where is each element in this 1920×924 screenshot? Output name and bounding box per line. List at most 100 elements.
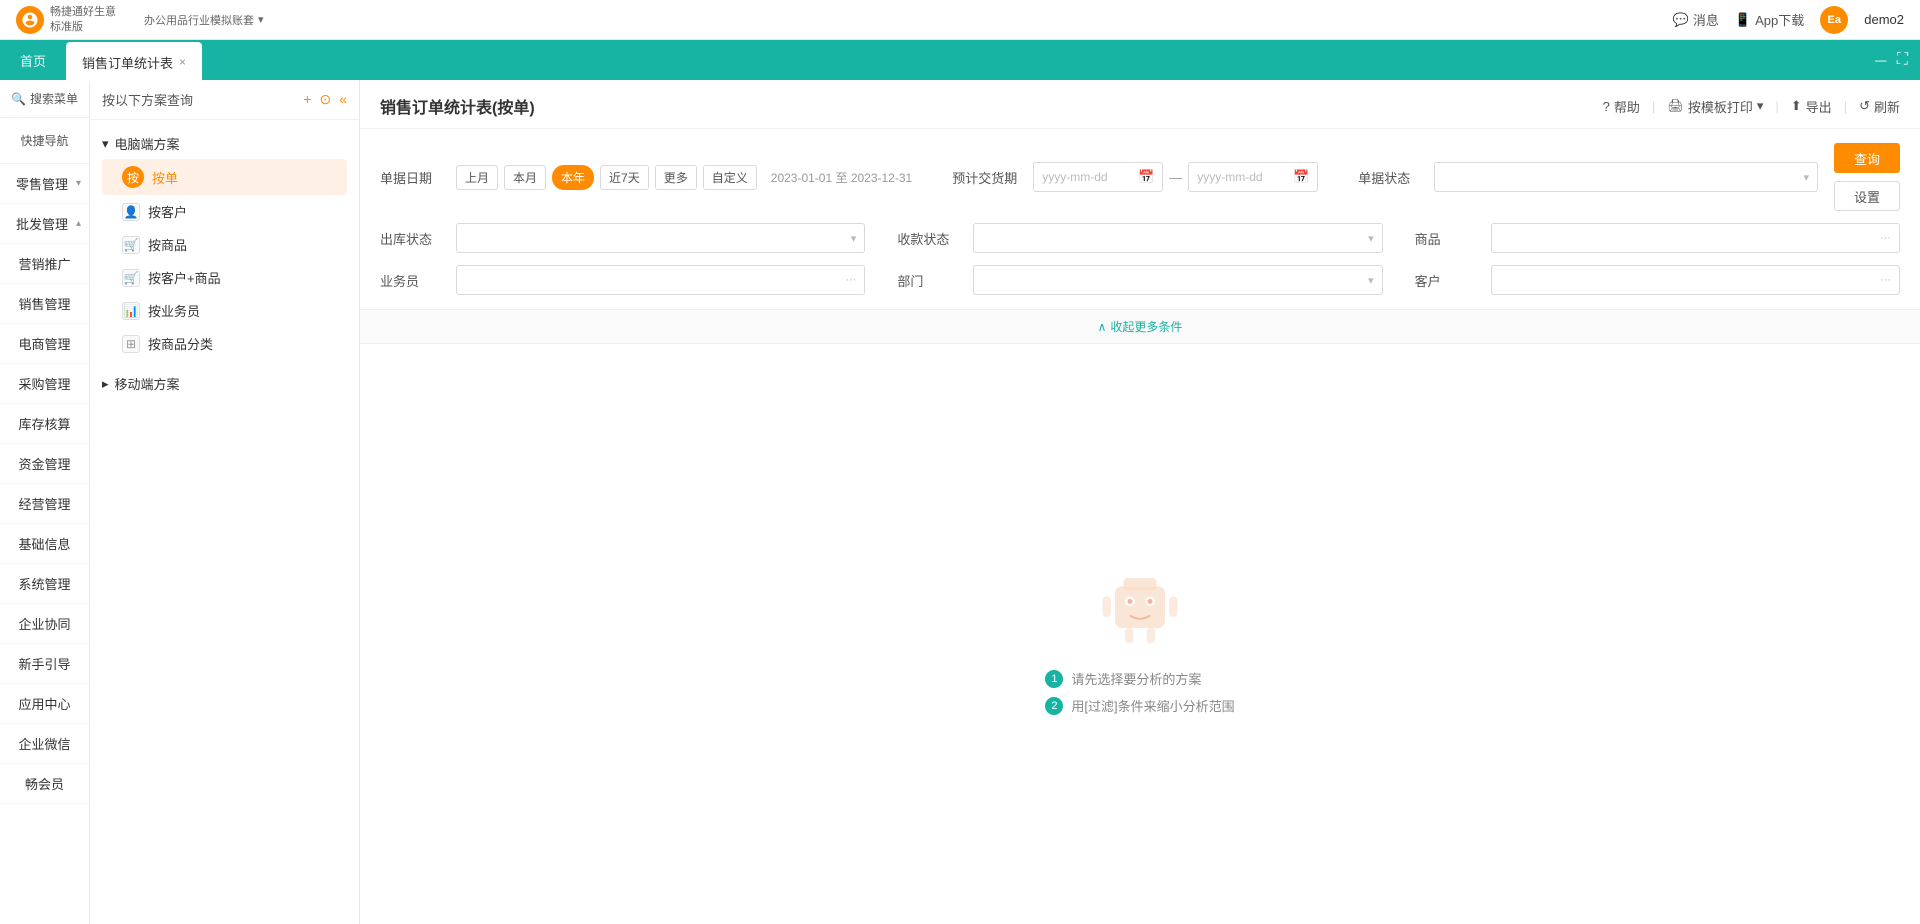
app-download-button[interactable]: 📱 App下载 (1735, 10, 1804, 29)
edit-scheme-icon[interactable]: ⊙ (319, 91, 331, 108)
scheme-item-by-goods[interactable]: 🛒 按商品 (102, 228, 347, 261)
scheme-item-by-order[interactable]: 按 按单 (102, 159, 347, 195)
tab-sales-order-stats[interactable]: 销售订单统计表 × (66, 42, 202, 82)
tab-bar-right: － ⛶ (1873, 48, 1920, 72)
sidebar-item-enterprise-wechat[interactable]: 企业微信 (0, 724, 89, 764)
tab-close-icon[interactable]: × (179, 55, 186, 69)
salesperson-label: 业务员 (380, 271, 440, 290)
logo-text: 畅捷通好生意 标准版 (50, 5, 116, 34)
scheme-icon-by-goods-category: ⊞ (122, 335, 140, 353)
sidebar-item-app-center[interactable]: 应用中心 (0, 684, 89, 724)
status-chevron-icon: ▾ (1803, 171, 1809, 184)
left-panel-title: 按以下方案查询 (102, 90, 193, 109)
refresh-button[interactable]: ↺ 刷新 (1859, 97, 1900, 116)
date-btn-last-7days[interactable]: 近7天 (600, 165, 649, 190)
tab-home[interactable]: 首页 (0, 40, 66, 80)
tab-minimize-icon[interactable]: － (1873, 48, 1889, 72)
sidebar-item-operations[interactable]: 经营管理 (0, 484, 89, 524)
date-btn-custom[interactable]: 自定义 (703, 165, 757, 190)
payment-status-select[interactable]: ▾ (973, 223, 1382, 253)
sidebar-item-sales[interactable]: 销售管理 (0, 284, 89, 324)
main-layout: 🔍 搜索菜单 快捷导航 零售管理 ▾ 批发管理 ▴ 营销推广 销售管理 (0, 80, 1920, 924)
sidebar-item-ecommerce[interactable]: 电商管理 (0, 324, 89, 364)
sidebar-item-inventory[interactable]: 库存核算 (0, 404, 89, 444)
scheme-icon-by-customer: 👤 (122, 203, 140, 221)
customer-label: 客户 (1415, 271, 1475, 290)
scheme-item-by-salesperson[interactable]: 📊 按业务员 (102, 294, 347, 327)
sidebar-item-wholesale[interactable]: 批发管理 ▴ (0, 204, 89, 244)
sidebar-menu: 零售管理 ▾ 批发管理 ▴ 营销推广 销售管理 电商管理 采购管理 库存核算 (0, 164, 89, 804)
status-label: 单据状态 (1358, 168, 1418, 187)
collapse-bar[interactable]: ∧ 收起更多条件 (360, 310, 1920, 344)
sidebar-item-purchase[interactable]: 采购管理 (0, 364, 89, 404)
date-btn-this-month[interactable]: 本月 (504, 165, 546, 190)
expected-date-from[interactable]: yyyy-mm-dd 📅 (1033, 162, 1163, 192)
delivery-status-select[interactable]: ▾ (456, 223, 865, 253)
sidebar-item-enterprise-collab[interactable]: 企业协同 (0, 604, 89, 644)
sidebar-item-marketing[interactable]: 营销推广 (0, 244, 89, 284)
customer-more-icon: ··· (1880, 274, 1891, 286)
scheme-item-by-customer[interactable]: 👤 按客户 (102, 195, 347, 228)
left-panel-header: 按以下方案查询 + ⊙ « (90, 80, 359, 120)
delivery-status-label: 出库状态 (380, 229, 440, 248)
print-chevron-icon: ▾ (1757, 98, 1764, 114)
tip-num-2: 2 (1045, 697, 1063, 715)
goods-more-icon: ··· (1880, 232, 1891, 244)
divider-3: | (1844, 99, 1847, 114)
date-label: 单据日期 (380, 168, 440, 187)
empty-tip-2: 2 用[过滤]条件来缩小分析范围 (1045, 696, 1234, 715)
help-button[interactable]: ? 帮助 (1603, 97, 1640, 116)
user-name[interactable]: demo2 (1864, 12, 1904, 27)
workspace-selector[interactable]: 办公用品行业模拟账套 ▾ (144, 12, 264, 28)
tab-fullscreen-icon[interactable]: ⛶ (1897, 51, 1908, 69)
collapse-panel-icon[interactable]: « (339, 91, 347, 108)
date-btn-last-month[interactable]: 上月 (456, 165, 498, 190)
goods-select[interactable]: ··· (1491, 223, 1900, 253)
add-scheme-icon[interactable]: + (303, 91, 311, 108)
expected-date-label: 预计交货期 (952, 168, 1017, 187)
sidebar-item-wholesale-arrow: ▴ (76, 218, 81, 229)
expected-date-to[interactable]: yyyy-mm-dd 📅 (1188, 162, 1318, 192)
status-select[interactable]: ▾ (1434, 162, 1818, 192)
divider-2: | (1775, 99, 1778, 114)
pc-schemes-title[interactable]: ▾ 电脑端方案 (102, 128, 347, 159)
sidebar-item-retail[interactable]: 零售管理 ▾ (0, 164, 89, 204)
sidebar-item-finance[interactable]: 资金管理 (0, 444, 89, 484)
sidebar-item-newbie[interactable]: 新手引导 (0, 644, 89, 684)
content-layout: 按以下方案查询 + ⊙ « ▾ 电脑端方案 按 按单 👤 (90, 80, 1920, 924)
empty-tip-1: 1 请先选择要分析的方案 (1045, 669, 1234, 688)
logo-area: 畅捷通好生意 标准版 (16, 5, 116, 34)
department-select[interactable]: ▾ (973, 265, 1382, 295)
settings-button[interactable]: 设置 (1834, 181, 1900, 211)
date-btn-this-year[interactable]: 本年 (552, 165, 594, 190)
workspace-chevron-icon: ▾ (258, 13, 264, 26)
filter-row-3: 业务员 ··· 部门 ▾ 客户 ··· (380, 265, 1900, 295)
sidebar-search[interactable]: 🔍 搜索菜单 (0, 80, 89, 118)
calendar-to-icon: 📅 (1293, 169, 1309, 185)
message-button[interactable]: 💬 消息 (1673, 10, 1719, 29)
scheme-item-by-customer-goods[interactable]: 🛒 按客户+商品 (102, 261, 347, 294)
query-button[interactable]: 查询 (1834, 143, 1900, 173)
page-header: 销售订单统计表(按单) ? 帮助 | 🖨 按模板打印 ▾ | ⬆ (360, 80, 1920, 129)
top-bar: 畅捷通好生意 标准版 办公用品行业模拟账套 ▾ 💬 消息 📱 App下载 Ea … (0, 0, 1920, 40)
sidebar-item-member[interactable]: 畅会员 (0, 764, 89, 804)
sidebar-item-basic-info[interactable]: 基础信息 (0, 524, 89, 564)
action-buttons: 查询 设置 (1834, 143, 1900, 211)
customer-select[interactable]: ··· (1491, 265, 1900, 295)
date-btn-more[interactable]: 更多 (655, 165, 697, 190)
tab-bar: 首页 销售订单统计表 × － ⛶ (0, 40, 1920, 80)
export-button[interactable]: ⬆ 导出 (1791, 97, 1832, 116)
sidebar-item-retail-arrow: ▾ (76, 178, 81, 189)
mobile-schemes-arrow-icon: ▸ (102, 376, 109, 392)
sidebar-item-quick-nav[interactable]: 快捷导航 (5, 126, 85, 155)
top-bar-right: 💬 消息 📱 App下载 Ea demo2 (1673, 6, 1904, 34)
scheme-section-pc: ▾ 电脑端方案 按 按单 👤 按客户 🛒 按商品 🛒 (90, 120, 359, 407)
mobile-schemes-title[interactable]: ▸ 移动端方案 (102, 368, 347, 399)
divider-1: | (1652, 99, 1655, 114)
message-icon: 💬 (1673, 12, 1689, 28)
print-button[interactable]: 🖨 按模板打印 ▾ (1667, 97, 1763, 116)
filter-row-1: 单据日期 上月 本月 本年 近7天 更多 自定义 2023-01-01 至 20… (380, 143, 1900, 211)
sidebar-item-system[interactable]: 系统管理 (0, 564, 89, 604)
scheme-item-by-goods-category[interactable]: ⊞ 按商品分类 (102, 327, 347, 360)
salesperson-select[interactable]: ··· (456, 265, 865, 295)
